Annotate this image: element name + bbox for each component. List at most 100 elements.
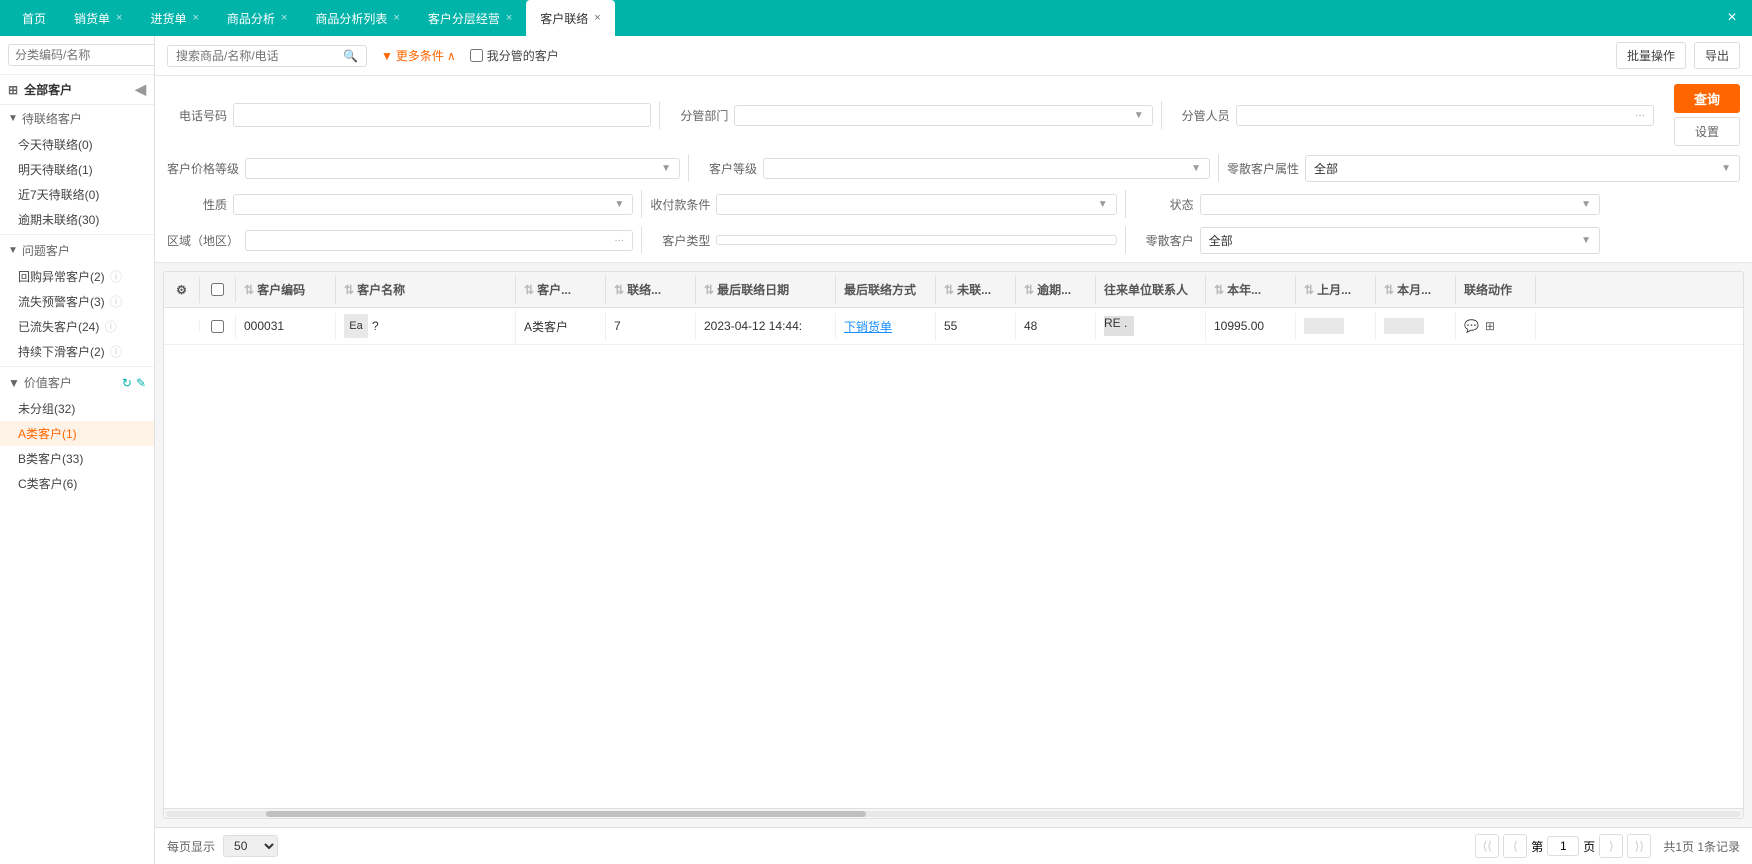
query-btn[interactable]: 查询: [1674, 84, 1740, 113]
sidebar-item-class-c[interactable]: C类客户(6): [0, 471, 154, 496]
first-page-btn[interactable]: ⟨⟨: [1475, 834, 1499, 858]
retail-label: 零散客户: [1134, 232, 1194, 249]
payment-select[interactable]: ▼: [716, 194, 1116, 215]
my-customers-checkbox[interactable]: [470, 49, 483, 62]
customer-grade-label: 客户等级: [697, 160, 757, 177]
horizontal-scrollbar[interactable]: [164, 808, 1743, 818]
td-uncontact: 55: [936, 313, 1016, 339]
next-page-btn[interactable]: ⟩: [1599, 834, 1623, 858]
region-select[interactable]: ···: [245, 230, 633, 251]
chat-icon[interactable]: 💬: [1464, 319, 1479, 333]
row-checkbox[interactable]: [211, 320, 224, 333]
last-method-link[interactable]: 下销货单: [844, 318, 892, 335]
region-label: 区域（地区）: [167, 232, 239, 249]
nav-sales-close[interactable]: ×: [116, 12, 122, 24]
status-label: 状态: [1134, 196, 1194, 213]
nav-product-analysis[interactable]: 商品分析 ×: [213, 0, 301, 36]
export-btn[interactable]: 导出: [1694, 42, 1740, 69]
nav-product-list-close[interactable]: ×: [393, 12, 399, 24]
th-settings[interactable]: ⚙: [164, 277, 200, 303]
price-grade-select[interactable]: ▼: [245, 158, 680, 179]
my-customers-checkbox-label[interactable]: 我分管的客户: [470, 47, 559, 64]
filter-actions: 批量操作 导出: [1616, 42, 1740, 69]
sidebar-item-today[interactable]: 今天待联络(0): [0, 132, 154, 157]
phone-input[interactable]: [233, 103, 651, 127]
batch-btn[interactable]: 批量操作: [1616, 42, 1686, 69]
sidebar-collapse-btn[interactable]: ◀: [135, 81, 146, 98]
select-all-checkbox[interactable]: [211, 283, 224, 296]
sidebar-item-lost[interactable]: 已流失客户(24) ⓘ: [0, 314, 154, 339]
value-section-header: ▼ 价值客户 ↻ ✎: [0, 369, 154, 396]
status-arrow: ▼: [1581, 199, 1591, 210]
prev-page-btn[interactable]: ⟨: [1503, 834, 1527, 858]
sidebar-all-customers[interactable]: ⊞ 全部客户 ◀: [0, 75, 154, 105]
sidebar-item-class-b[interactable]: B类客户(33): [0, 446, 154, 471]
nav-customer-segment[interactable]: 客户分层经营 ×: [414, 0, 526, 36]
td-check[interactable]: [200, 314, 236, 339]
table-header: ⚙ ⇅ 客户编码 ⇅ 客户名称 ⇅ 客户... ⇅: [164, 272, 1743, 308]
col-thisyear-sort: ⇅: [1214, 283, 1224, 297]
sidebar-item-7days[interactable]: 近7天待联络(0): [0, 182, 154, 207]
page-size-select[interactable]: 50 100 200: [223, 835, 278, 857]
th-lastmonth: ⇅ 上月...: [1296, 275, 1376, 304]
nav-purchase-close[interactable]: ×: [192, 12, 198, 24]
sidebar-item-churn-warning[interactable]: 流失预警客户(3) ⓘ: [0, 289, 154, 314]
customer-grade-select[interactable]: ▼: [763, 158, 1210, 179]
th-date: ⇅ 最后联络日期: [696, 275, 836, 304]
window-close-button[interactable]: ×: [1720, 6, 1744, 30]
nav-sales[interactable]: 销货单 ×: [60, 0, 136, 36]
filter-customer-grade: 客户等级 ▼: [697, 158, 1210, 179]
sidebar-item-overdue[interactable]: 逾期未联络(30): [0, 207, 154, 232]
dept-select[interactable]: ▼: [734, 105, 1152, 126]
sidebar-item-declining[interactable]: 持续下滑客户(2) ⓘ: [0, 339, 154, 364]
content-area: 🔍 ▼ 更多条件 ∧ 我分管的客户 批量操作 导出 电话号码: [155, 36, 1752, 864]
filter-settings-btn[interactable]: 设置: [1674, 117, 1740, 146]
th-history: 往来单位联系人: [1096, 275, 1206, 304]
page-input[interactable]: [1547, 836, 1579, 856]
td-code: 000031: [236, 313, 336, 339]
refresh-icon[interactable]: ↻: [122, 376, 132, 390]
nav-purchase[interactable]: 进货单 ×: [136, 0, 212, 36]
edit-icon[interactable]: ✎: [136, 376, 146, 390]
scroll-thumb[interactable]: [266, 811, 866, 817]
manager-label: 分管人员: [1170, 107, 1230, 124]
price-grade-label: 客户价格等级: [167, 160, 239, 177]
filter-row-1: 电话号码 分管部门 ▼ 分管人员 ···: [167, 84, 1740, 146]
sidebar-item-repurchase-abnormal[interactable]: 回购异常客户(2) ⓘ: [0, 264, 154, 289]
sidebar-search-input[interactable]: [8, 44, 155, 66]
more-filters-btn[interactable]: ▼ 更多条件 ∧: [375, 44, 462, 67]
th-grade: ⇅ 客户...: [516, 275, 606, 304]
th-check[interactable]: [200, 277, 236, 302]
nav-product-analysis-close[interactable]: ×: [281, 12, 287, 24]
sidebar-item-tomorrow[interactable]: 明天待联络(1): [0, 157, 154, 182]
nature-arrow: ▼: [614, 199, 624, 210]
value-arrow-icon: ▼: [8, 376, 20, 390]
sidebar-item-class-a[interactable]: A类客户(1): [0, 421, 154, 446]
nature-select[interactable]: ▼: [233, 194, 633, 215]
status-select[interactable]: ▼: [1200, 194, 1600, 215]
nav-customer-segment-close[interactable]: ×: [506, 12, 512, 24]
filter-row-3: 性质 ▼ 收付款条件 ▼ 状态: [167, 190, 1740, 218]
divider-7: [641, 226, 642, 254]
nav-home[interactable]: 首页: [8, 0, 60, 36]
barcode-icon[interactable]: ⊞: [1485, 319, 1495, 333]
filter-search-icon[interactable]: 🔍: [343, 49, 358, 63]
td-name: Ea ?: [336, 308, 516, 344]
filter-payment: 收付款条件 ▼: [650, 194, 1116, 215]
problem-section-title[interactable]: ▼ 问题客户: [0, 237, 154, 264]
manager-select[interactable]: ···: [1236, 105, 1654, 126]
pagination-bar: 每页显示 50 100 200 ⟨⟨ ⟨ 第 页 ⟩ ⟩⟩ 共1页 1条记录: [155, 827, 1752, 864]
sidebar-item-ungroup[interactable]: 未分组(32): [0, 396, 154, 421]
retail-select[interactable]: 全部 ▼: [1200, 227, 1600, 254]
nav-customer-contact[interactable]: 客户联络 ×: [526, 0, 614, 36]
last-page-btn[interactable]: ⟩⟩: [1627, 834, 1651, 858]
customer-type-select[interactable]: [716, 235, 1116, 245]
th-thisyear: ⇅ 本年...: [1206, 275, 1296, 304]
nav-customer-contact-close[interactable]: ×: [594, 12, 600, 24]
th-name: ⇅ 客户名称: [336, 275, 516, 304]
retail-attr-select[interactable]: 全部 ▼: [1305, 155, 1740, 182]
col-thismonth-sort: ⇅: [1384, 283, 1394, 297]
filter-search-input[interactable]: [176, 49, 339, 63]
nav-product-list[interactable]: 商品分析列表 ×: [301, 0, 413, 36]
pending-section-title[interactable]: ▼ 待联络客户: [0, 105, 154, 132]
